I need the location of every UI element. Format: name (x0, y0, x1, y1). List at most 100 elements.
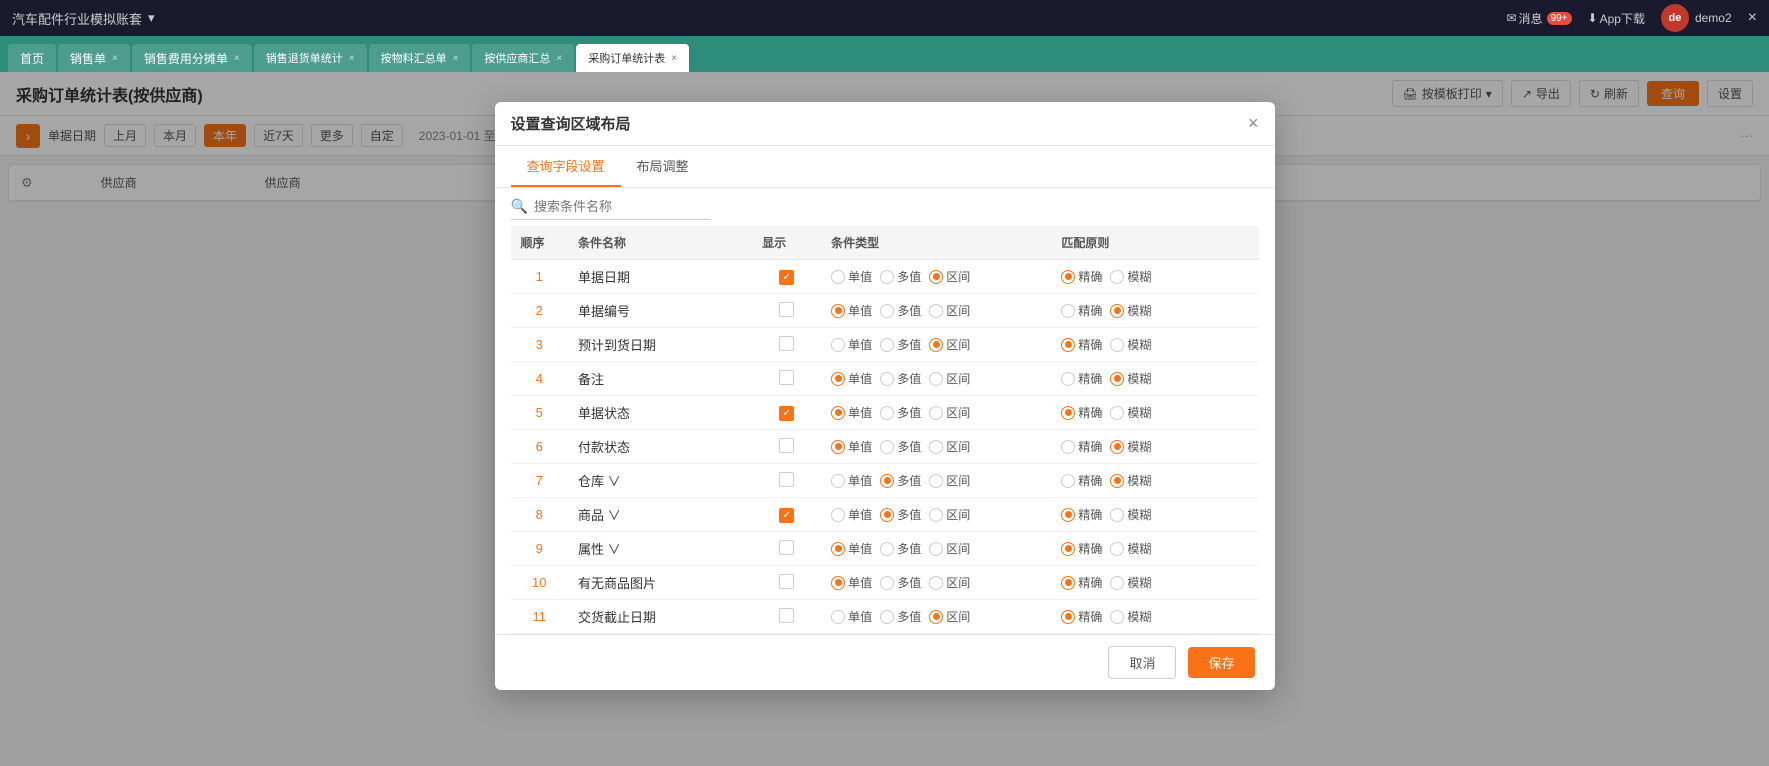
tab-home[interactable]: 首页 (8, 44, 56, 72)
type-radio-多值[interactable]: 多值 (880, 336, 921, 353)
type-radio-区间[interactable]: 区间 (929, 268, 970, 285)
type-radio-单值[interactable]: 单值 (831, 370, 872, 387)
messages-btn[interactable]: ✉ 消息 99+ (1506, 10, 1571, 27)
tab-purchase-order[interactable]: 采购订单统计表 × (576, 44, 689, 72)
cell-show[interactable]: ✓ (752, 260, 821, 294)
tab-sales-return-close[interactable]: × (349, 53, 355, 64)
tab-sales-return[interactable]: 销售退货单统计 × (254, 44, 367, 72)
match-radio-模糊[interactable]: 模糊 (1110, 370, 1151, 387)
match-radio-模糊[interactable]: 模糊 (1110, 268, 1151, 285)
type-radio-多值[interactable]: 多值 (880, 268, 921, 285)
type-radio-多值[interactable]: 多值 (880, 472, 921, 489)
type-radio-多值[interactable]: 多值 (880, 574, 921, 591)
type-radio-多值[interactable]: 多值 (880, 438, 921, 455)
type-radio-多值[interactable]: 多值 (880, 302, 921, 319)
show-checkbox[interactable] (779, 370, 794, 385)
type-radio-区间[interactable]: 区间 (929, 438, 970, 455)
cell-show[interactable] (752, 532, 821, 566)
match-radio-精确[interactable]: 精确 (1061, 370, 1102, 387)
type-radio-单值[interactable]: 单值 (831, 506, 872, 523)
type-radio-区间[interactable]: 区间 (929, 506, 970, 523)
cell-show[interactable] (752, 464, 821, 498)
tab-purchase-order-close[interactable]: × (671, 53, 677, 64)
match-radio-精确[interactable]: 精确 (1061, 438, 1102, 455)
type-radio-单值[interactable]: 单值 (831, 472, 872, 489)
match-radio-模糊[interactable]: 模糊 (1110, 302, 1151, 319)
save-button[interactable]: 保存 (1188, 647, 1254, 678)
cell-show[interactable] (752, 600, 821, 634)
user-area[interactable]: de demo2 (1661, 4, 1732, 32)
show-checkbox[interactable]: ✓ (779, 406, 794, 421)
match-radio-精确[interactable]: 精确 (1061, 608, 1102, 625)
modal-tab-query-fields[interactable]: 查询字段设置 (511, 146, 621, 187)
cell-show[interactable] (752, 430, 821, 464)
type-radio-多值[interactable]: 多值 (880, 404, 921, 421)
type-radio-区间[interactable]: 区间 (929, 472, 970, 489)
show-checkbox[interactable]: ✓ (779, 508, 794, 523)
type-radio-多值[interactable]: 多值 (880, 540, 921, 557)
cell-show[interactable]: ✓ (752, 396, 821, 430)
type-radio-单值[interactable]: 单值 (831, 540, 872, 557)
match-radio-精确[interactable]: 精确 (1061, 404, 1102, 421)
match-radio-精确[interactable]: 精确 (1061, 302, 1102, 319)
show-checkbox[interactable] (779, 574, 794, 589)
cancel-button[interactable]: 取消 (1108, 646, 1176, 679)
match-radio-模糊[interactable]: 模糊 (1110, 574, 1151, 591)
match-radio-精确[interactable]: 精确 (1061, 472, 1102, 489)
app-download-btn[interactable]: ⬇ App下载 (1588, 10, 1645, 27)
cell-show[interactable] (752, 566, 821, 600)
match-radio-模糊[interactable]: 模糊 (1110, 506, 1151, 523)
tab-supplier-summary[interactable]: 按供应商汇总 × (472, 44, 574, 72)
tab-sales-expense-close[interactable]: × (234, 53, 240, 64)
show-checkbox[interactable] (779, 438, 794, 453)
show-checkbox[interactable] (779, 336, 794, 351)
match-radio-模糊[interactable]: 模糊 (1110, 438, 1151, 455)
match-radio-模糊[interactable]: 模糊 (1110, 404, 1151, 421)
modal-tab-layout[interactable]: 布局调整 (621, 146, 705, 187)
match-radio-精确[interactable]: 精确 (1061, 540, 1102, 557)
match-radio-精确[interactable]: 精确 (1061, 574, 1102, 591)
tab-sales-order[interactable]: 销售单 × (58, 44, 130, 72)
search-input[interactable] (534, 199, 694, 214)
show-checkbox[interactable]: ✓ (779, 270, 794, 285)
type-radio-单值[interactable]: 单值 (831, 574, 872, 591)
tab-supplier-summary-close[interactable]: × (556, 53, 562, 64)
modal-close-button[interactable]: × (1248, 113, 1259, 134)
type-radio-区间[interactable]: 区间 (929, 302, 970, 319)
type-radio-区间[interactable]: 区间 (929, 574, 970, 591)
show-checkbox[interactable] (779, 608, 794, 623)
match-radio-模糊[interactable]: 模糊 (1110, 540, 1151, 557)
match-radio-模糊[interactable]: 模糊 (1110, 608, 1151, 625)
cell-show[interactable] (752, 328, 821, 362)
dropdown-icon[interactable]: ▾ (148, 10, 155, 26)
cell-show[interactable] (752, 362, 821, 396)
close-app-button[interactable]: × (1748, 9, 1757, 27)
cell-show[interactable]: ✓ (752, 498, 821, 532)
tab-sales-expense[interactable]: 销售费用分摊单 × (132, 44, 252, 72)
type-radio-单值[interactable]: 单值 (831, 608, 872, 625)
tab-material-summary-close[interactable]: × (453, 53, 459, 64)
type-radio-单值[interactable]: 单值 (831, 302, 872, 319)
type-radio-单值[interactable]: 单值 (831, 336, 872, 353)
show-checkbox[interactable] (779, 540, 794, 555)
type-radio-区间[interactable]: 区间 (929, 404, 970, 421)
type-radio-单值[interactable]: 单值 (831, 404, 872, 421)
show-checkbox[interactable] (779, 302, 794, 317)
match-radio-模糊[interactable]: 模糊 (1110, 472, 1151, 489)
match-radio-精确[interactable]: 精确 (1061, 268, 1102, 285)
type-radio-区间[interactable]: 区间 (929, 370, 970, 387)
type-radio-多值[interactable]: 多值 (880, 506, 921, 523)
cell-show[interactable] (752, 294, 821, 328)
type-radio-区间[interactable]: 区间 (929, 336, 970, 353)
match-radio-精确[interactable]: 精确 (1061, 336, 1102, 353)
type-radio-单值[interactable]: 单值 (831, 268, 872, 285)
show-checkbox[interactable] (779, 472, 794, 487)
tab-sales-order-close[interactable]: × (112, 53, 118, 64)
type-radio-区间[interactable]: 区间 (929, 540, 970, 557)
type-radio-区间[interactable]: 区间 (929, 608, 970, 625)
type-radio-多值[interactable]: 多值 (880, 608, 921, 625)
tab-material-summary[interactable]: 按物料汇总单 × (369, 44, 471, 72)
match-radio-模糊[interactable]: 模糊 (1110, 336, 1151, 353)
type-radio-单值[interactable]: 单值 (831, 438, 872, 455)
type-radio-多值[interactable]: 多值 (880, 370, 921, 387)
